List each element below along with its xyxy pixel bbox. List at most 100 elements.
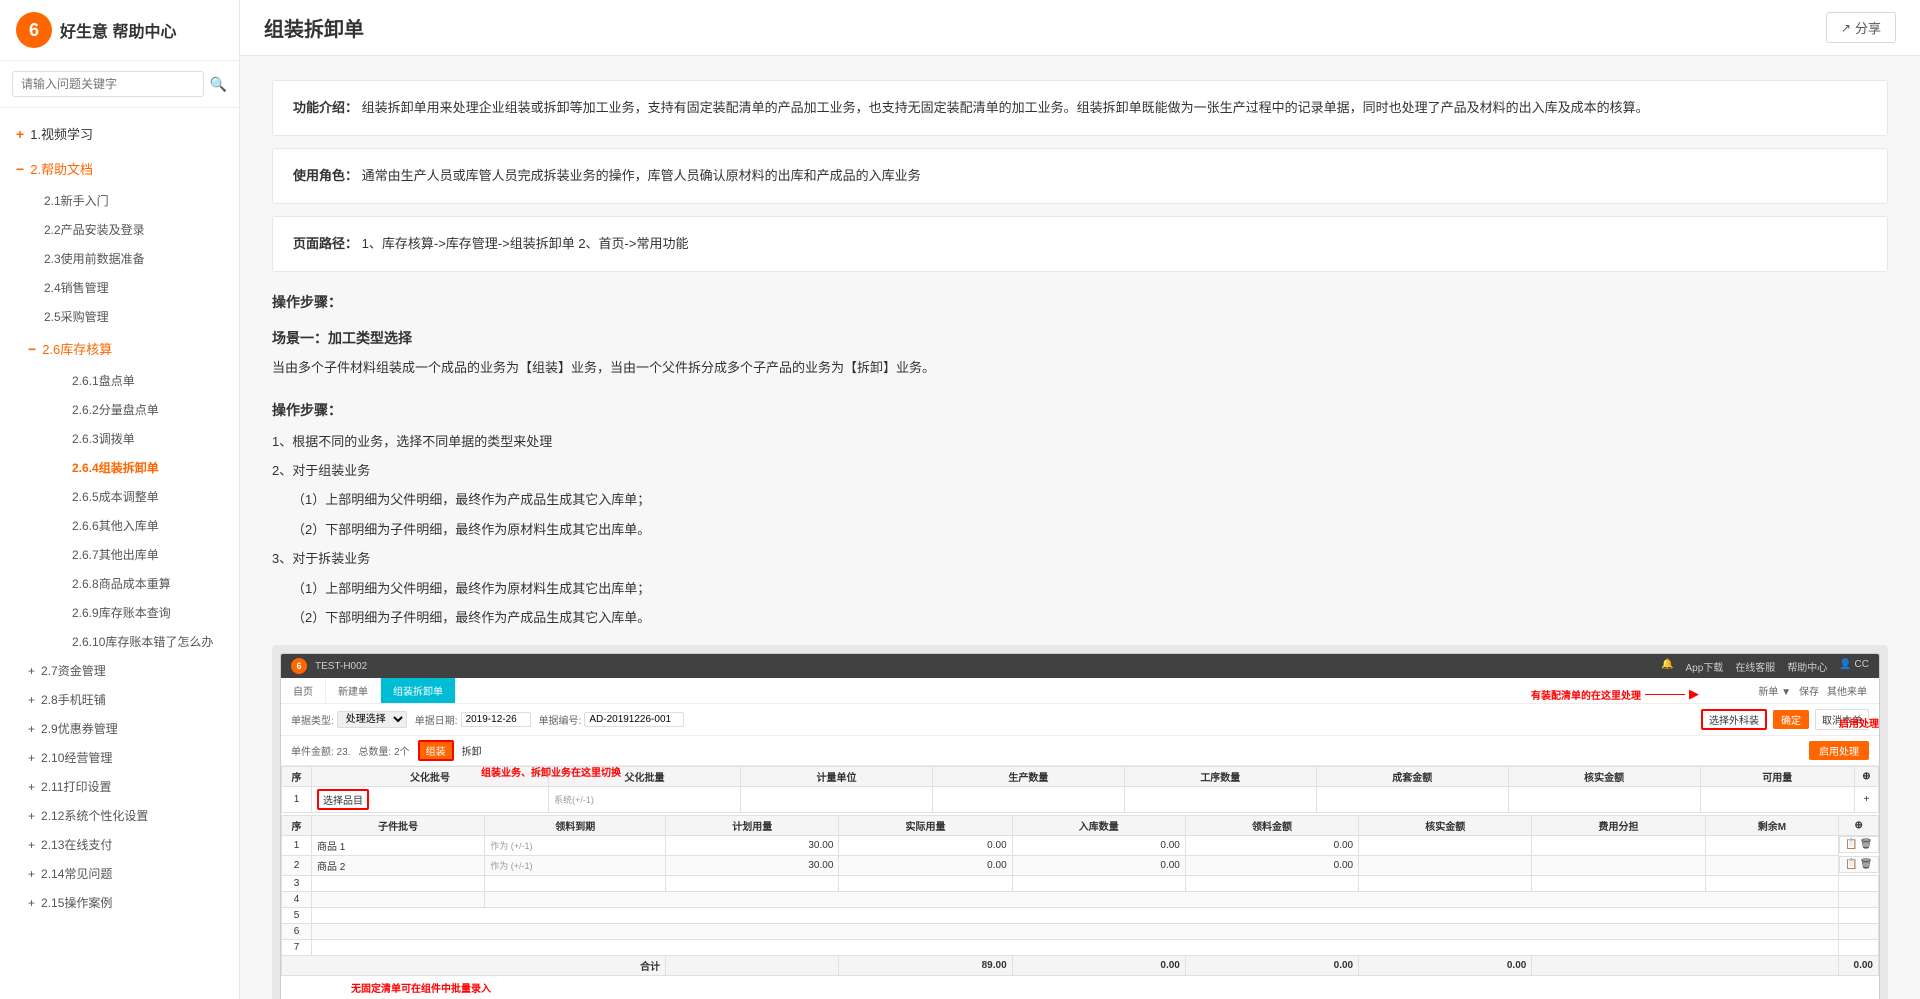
sidebar-inventory-submenu: 2.6.1盘点单 2.6.2分量盘点单 2.6.3调拨单 2.6.4组装拆卸单 …: [28, 366, 239, 656]
tab-home[interactable]: 自页: [281, 678, 326, 703]
sub-td-rem1: [1705, 836, 1839, 856]
field-type-label: 单据类型:: [291, 712, 334, 727]
sub-th-material: 领料到期: [485, 816, 666, 836]
path-block: 页面路径： 1、库存核算->库存管理->组装拆卸单 2、首页->常用功能: [272, 216, 1888, 272]
field-no-input[interactable]: [584, 712, 684, 727]
sub-td-act4: [1839, 892, 1879, 908]
td-sku: 选择品目: [312, 787, 549, 813]
sidebar-item-faq[interactable]: +2.14常见问题: [28, 859, 239, 888]
bulk-input-annotation-row: 无固定清单可在组件中批量录入: [281, 976, 1879, 999]
sidebar-item-other-out[interactable]: 2.6.7其他出库单: [56, 540, 239, 569]
search-icon[interactable]: 🔍: [210, 76, 227, 93]
sub-td-in1: 0.00: [1012, 836, 1185, 856]
sidebar-item-cost-adjust[interactable]: 2.6.5成本调整单: [56, 482, 239, 511]
annotation-switch: 组装业务、拆卸业务在这里切换: [481, 764, 621, 779]
sidebar-header: 6 好生意 帮助中心: [0, 0, 239, 61]
annotation-process: 启用处理: [1839, 715, 1879, 730]
sub-th-remain: 剩余M: [1705, 816, 1839, 836]
confirm-btn[interactable]: 确定: [1773, 710, 1809, 729]
sub-td-rem2: [1705, 856, 1839, 876]
totals-v4: 0.00: [1359, 956, 1532, 976]
sub-td-plan3: [666, 876, 839, 892]
sub-td-rem3: [1705, 876, 1839, 892]
sidebar-item-stocktake[interactable]: 2.6.1盘点单: [56, 366, 239, 395]
sub-td-cost1: [1532, 836, 1705, 856]
steps-heading: 操作步骤：: [272, 292, 1888, 312]
sub-td-matamt2: 0.00: [1185, 856, 1358, 876]
sub-td-ver1: [1359, 836, 1532, 856]
sidebar-item-management[interactable]: +2.10经营管理: [28, 743, 239, 772]
sidebar-item-sales[interactable]: 2.4销售管理: [28, 273, 239, 302]
sidebar-item-beginner[interactable]: 2.1新手入门: [28, 186, 239, 215]
sub-td-span7: [312, 940, 1839, 956]
sub-td-cost2: [1532, 856, 1705, 876]
sidebar-item-purchase[interactable]: 2.5采购管理: [28, 302, 239, 331]
sidebar-item-help-docs[interactable]: − 2.帮助文档: [0, 151, 239, 186]
plus-icon-cases: +: [28, 896, 35, 910]
sidebar-item-label: 2.6库存核算: [42, 339, 112, 358]
tab-new[interactable]: 新建单: [326, 678, 381, 703]
main-panel: 组装拆卸单 ↗ 分享 功能介绍： 组装拆卸单用来处理企业组装或拆卸等加工业务，支…: [240, 0, 1920, 999]
th-avail-qty: 可用量: [1700, 767, 1854, 787]
td-set: [1316, 787, 1508, 813]
sub-th-action: ⊕: [1839, 816, 1879, 836]
sidebar-item-video[interactable]: + 1.视频学习: [0, 116, 239, 151]
disassembly-type-btn[interactable]: 拆卸: [462, 743, 482, 758]
sub-td-ref1: 作为 (+/-1): [485, 836, 666, 856]
sidebar-item-data-prep[interactable]: 2.3使用前数据准备: [28, 244, 239, 273]
tab-assembly[interactable]: 组装拆卸单: [381, 678, 456, 703]
steps-section: 操作步骤： 场景一：加工类型选择 当由多个子件材料组装成一个成品的业务为【组装】…: [272, 292, 1888, 629]
search-box: 🔍: [0, 61, 239, 108]
sidebar-item-ledger-query[interactable]: 2.6.9库存账本查询: [56, 598, 239, 627]
scenario1-desc: 当由多个子件材料组装成一个成品的业务为【组装】业务，当由一个父件拆分成多个子产品…: [272, 356, 1888, 379]
field-type-input[interactable]: 处理选择: [337, 711, 407, 728]
select-bom-btn[interactable]: 选择外科装: [1701, 709, 1767, 730]
tab-action-btn3[interactable]: 其他来单: [1827, 683, 1867, 698]
sidebar-item-print[interactable]: +2.11打印设置: [28, 772, 239, 801]
search-input[interactable]: [12, 71, 204, 97]
sub-th-material-amt: 领料金额: [1185, 816, 1358, 836]
sidebar-item-online-pay[interactable]: +2.13在线支付: [28, 830, 239, 859]
scenario1-heading: 场景一：加工类型选择: [272, 328, 1888, 348]
share-icon: ↗: [1841, 21, 1851, 35]
sidebar-item-coupon[interactable]: +2.9优惠券管理: [28, 714, 239, 743]
sidebar-item-inventory[interactable]: − 2.6库存核算: [28, 331, 239, 366]
field-date-label: 单据日期:: [415, 712, 458, 727]
app-nav-icon5: 👤 CC: [1839, 659, 1869, 674]
step3: 3、对于拆装业务: [272, 547, 1888, 570]
totals-v1: 89.00: [839, 956, 1012, 976]
enable-process-btn[interactable]: 启用处理: [1809, 741, 1869, 760]
totals-blank: [666, 956, 839, 976]
field-type: 单据类型: 处理选择: [291, 711, 407, 728]
app-titlebar: 6 TEST-H002 🔔 App下载 在线客服 帮助中心 👤 CC: [281, 654, 1879, 678]
sidebar-item-mobile[interactable]: +2.8手机旺铺: [28, 685, 239, 714]
sidebar-item-funds[interactable]: +2.7资金管理: [28, 656, 239, 685]
unit-label: 单件金额: 23.: [291, 743, 350, 758]
step2-1: （1）上部明细为父件明细，最终作为产成品生成其它入库单；: [272, 488, 1888, 511]
th-action: ⊕: [1855, 767, 1879, 787]
annotation-bom: 有装配清单的在这里处理 ▶: [1531, 686, 1699, 702]
field-date-input[interactable]: [461, 712, 531, 727]
sidebar-item-cost-recalc[interactable]: 2.6.8商品成本重算: [56, 569, 239, 598]
tab-action-btn2[interactable]: 保存: [1799, 683, 1819, 698]
sidebar-item-assembly[interactable]: 2.6.4组装拆卸单: [56, 453, 239, 482]
sub-td-sku4: [312, 892, 485, 908]
sub-td-in2: 0.00: [1012, 856, 1185, 876]
assembly-type-btn[interactable]: 组装: [418, 740, 454, 761]
path-text: 1、库存核算->库存管理->组装拆卸单 2、首页->常用功能: [362, 236, 689, 251]
sidebar-submenu: 2.1新手入门 2.2产品安装及登录 2.3使用前数据准备 2.4销售管理 2.…: [0, 186, 239, 917]
sidebar-item-cases[interactable]: +2.15操作案例: [28, 888, 239, 917]
sidebar-item-transfer[interactable]: 2.6.3调拨单: [56, 424, 239, 453]
sku-input-highlighted[interactable]: 选择品目: [317, 789, 369, 810]
sidebar-item-install[interactable]: 2.2产品安装及登录: [28, 215, 239, 244]
sidebar-item-partial-stocktake[interactable]: 2.6.2分量盘点单: [56, 395, 239, 424]
sub-td-plan2: 30.00: [666, 856, 839, 876]
share-button[interactable]: ↗ 分享: [1826, 12, 1896, 43]
app-nav-icon1: 🔔: [1661, 659, 1673, 674]
sidebar-item-ledger-fix[interactable]: 2.6.10库存账本错了怎么办: [56, 627, 239, 656]
td-action[interactable]: +: [1855, 787, 1879, 813]
sidebar-item-custom[interactable]: +2.12系统个性化设置: [28, 801, 239, 830]
sidebar-item-other-in[interactable]: 2.6.6其他入库单: [56, 511, 239, 540]
tab-action-btn1[interactable]: 新单 ▼: [1758, 683, 1791, 698]
sub-table-row: 7: [282, 940, 1879, 956]
